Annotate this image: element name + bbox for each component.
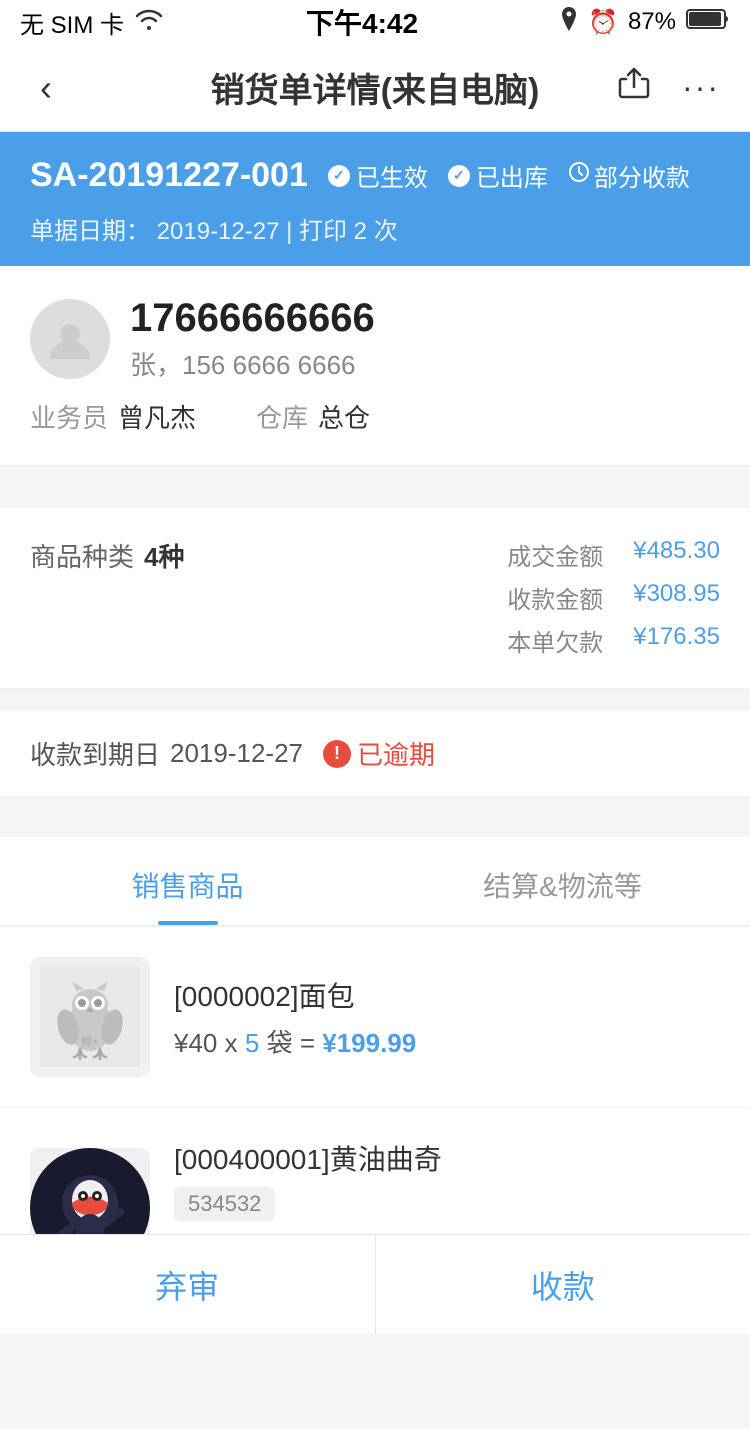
product-total-1: ¥199.99 — [322, 1028, 416, 1058]
deal-amount-value: ¥485.30 — [633, 537, 720, 572]
product-code-1: [0000002] — [174, 981, 299, 1012]
order-meta: 单据日期： 2019-12-27 | 打印 2 次 — [30, 211, 720, 246]
product-qty-1: 5 — [245, 1028, 259, 1058]
received-amount-value: ¥308.95 — [633, 580, 720, 615]
more-button[interactable]: ··· — [682, 69, 720, 106]
order-print-info: | 打印 2 次 — [286, 218, 398, 245]
overdue-badge: ! 已逾期 — [323, 735, 435, 772]
tab-settle-label: 结算&物流等 — [483, 871, 642, 902]
overdue-text: 已逾期 — [357, 735, 435, 772]
debt-row: 本单欠款 ¥176.35 — [507, 623, 720, 658]
cancel-button[interactable]: 弃审 — [0, 1235, 376, 1334]
battery-icon — [686, 8, 730, 37]
status-bar-left: 无 SIM 卡 — [20, 5, 164, 40]
order-date: 2019-12-27 — [157, 218, 280, 245]
category-count: 4种 — [144, 537, 184, 574]
customer-section: 17666666666 张，156 6666 6666 业务员 曾凡杰 仓库 总… — [0, 266, 750, 466]
debt-amount-value: ¥176.35 — [633, 623, 720, 658]
carrier-label: 无 SIM 卡 — [20, 5, 124, 40]
product-sku: 534532 — [188, 1191, 261, 1216]
battery-label: 87% — [628, 8, 676, 36]
tab-sales-products[interactable]: 销售商品 — [0, 837, 375, 925]
due-date-value: 2019-12-27 — [170, 738, 303, 769]
deal-amount-row: 成交金额 ¥485.30 — [507, 537, 720, 572]
clock-icon — [568, 161, 590, 190]
customer-avatar — [30, 299, 110, 379]
status-effective-label: 已生效 — [356, 158, 428, 193]
product-name-1: [0000002]面包 — [174, 975, 720, 1015]
nav-bar: ‹ 销货单详情(来自电脑) ··· — [0, 44, 750, 132]
product-price-1: ¥40 — [174, 1028, 217, 1058]
customer-info-row: 业务员 曾凡杰 仓库 总仓 — [30, 398, 720, 435]
due-date-section: 收款到期日 2019-12-27 ! 已逾期 — [0, 711, 750, 797]
tab-settle-logistics[interactable]: 结算&物流等 — [375, 837, 750, 925]
status-badge-partial: 部分收款 — [568, 158, 690, 193]
deal-amount-label: 成交金额 — [507, 537, 603, 572]
status-bar: 无 SIM 卡 下午4:42 ⏰ 87% — [0, 0, 750, 44]
wifi-icon — [134, 8, 164, 37]
product-x-1: x — [225, 1028, 245, 1058]
order-id: SA-20191227-001 — [30, 156, 308, 195]
status-badge-shipped: ✓ 已出库 — [448, 158, 548, 193]
status-bar-right: ⏰ 87% — [560, 7, 730, 38]
confirm-label: 收款 — [531, 1262, 595, 1308]
share-button[interactable] — [616, 65, 652, 110]
tabs-section: 销售商品 结算&物流等 — [0, 837, 750, 927]
customer-id: 17666666666 — [130, 296, 375, 341]
check-icon-1: ✓ — [328, 165, 350, 187]
summary-section: 商品种类 4种 成交金额 ¥485.30 收款金额 ¥308.95 本单欠款 ¥… — [0, 506, 750, 689]
product-info-1: [0000002]面包 ¥40 x 5 袋 = ¥199.99 — [174, 975, 720, 1060]
check-icon-2: ✓ — [448, 165, 470, 187]
tab-sales-label: 销售商品 — [131, 871, 243, 902]
order-banner: SA-20191227-001 ✓ 已生效 ✓ 已出库 部分收款 单据日期： 2… — [0, 132, 750, 266]
nav-actions: ··· — [616, 65, 720, 110]
status-bar-time: 下午4:42 — [306, 2, 418, 42]
product-unit-1: 袋 — [267, 1028, 293, 1058]
confirm-button[interactable]: 收款 — [376, 1235, 750, 1334]
tabs-row: 销售商品 结算&物流等 — [0, 837, 750, 925]
page-title: 销货单详情(来自电脑) — [211, 63, 540, 112]
product-price-row-1: ¥40 x 5 袋 = ¥199.99 — [174, 1023, 720, 1060]
overdue-icon: ! — [323, 740, 351, 768]
status-partial-label: 部分收款 — [594, 158, 690, 193]
section-gap-1 — [0, 466, 750, 486]
received-amount-row: 收款金额 ¥308.95 — [507, 580, 720, 615]
product-item: 鲸+ [0000002]面包 ¥40 x 5 袋 = ¥199.99 — [0, 927, 750, 1108]
product-eq-1: = — [300, 1028, 322, 1058]
due-date-label: 收款到期日 — [30, 735, 160, 772]
back-button[interactable]: ‹ — [30, 57, 62, 119]
product-name-2: [000400001]黄油曲奇 — [174, 1138, 720, 1178]
received-label: 收款金额 — [507, 580, 603, 615]
sales-label: 业务员 — [30, 398, 108, 435]
product-sku-badge: 534532 — [174, 1187, 275, 1221]
product-thumb-1: 鲸+ — [30, 957, 150, 1077]
warehouse-name: 总仓 — [318, 398, 370, 435]
location-icon — [560, 7, 578, 38]
status-badge-effective: ✓ 已生效 — [328, 158, 428, 193]
sales-name: 曾凡杰 — [118, 398, 196, 435]
section-gap-3 — [0, 797, 750, 817]
alarm-icon: ⏰ — [588, 8, 618, 37]
customer-sub-info: 张，156 6666 6666 — [130, 345, 375, 382]
product-code-2: [000400001] — [174, 1144, 330, 1175]
warehouse-label: 仓库 — [256, 398, 308, 435]
category-label: 商品种类 — [30, 537, 134, 574]
cancel-label: 弃审 — [155, 1262, 219, 1308]
debt-label: 本单欠款 — [507, 623, 603, 658]
bottom-bar: 弃审 收款 — [0, 1234, 750, 1334]
product-label-2: 黄油曲奇 — [330, 1144, 442, 1175]
order-date-label: 单据日期： — [30, 218, 150, 245]
section-gap-2 — [0, 689, 750, 709]
status-shipped-label: 已出库 — [476, 158, 548, 193]
product-label-1: 面包 — [299, 981, 355, 1012]
svg-text:鲸+: 鲸+ — [81, 1034, 98, 1048]
